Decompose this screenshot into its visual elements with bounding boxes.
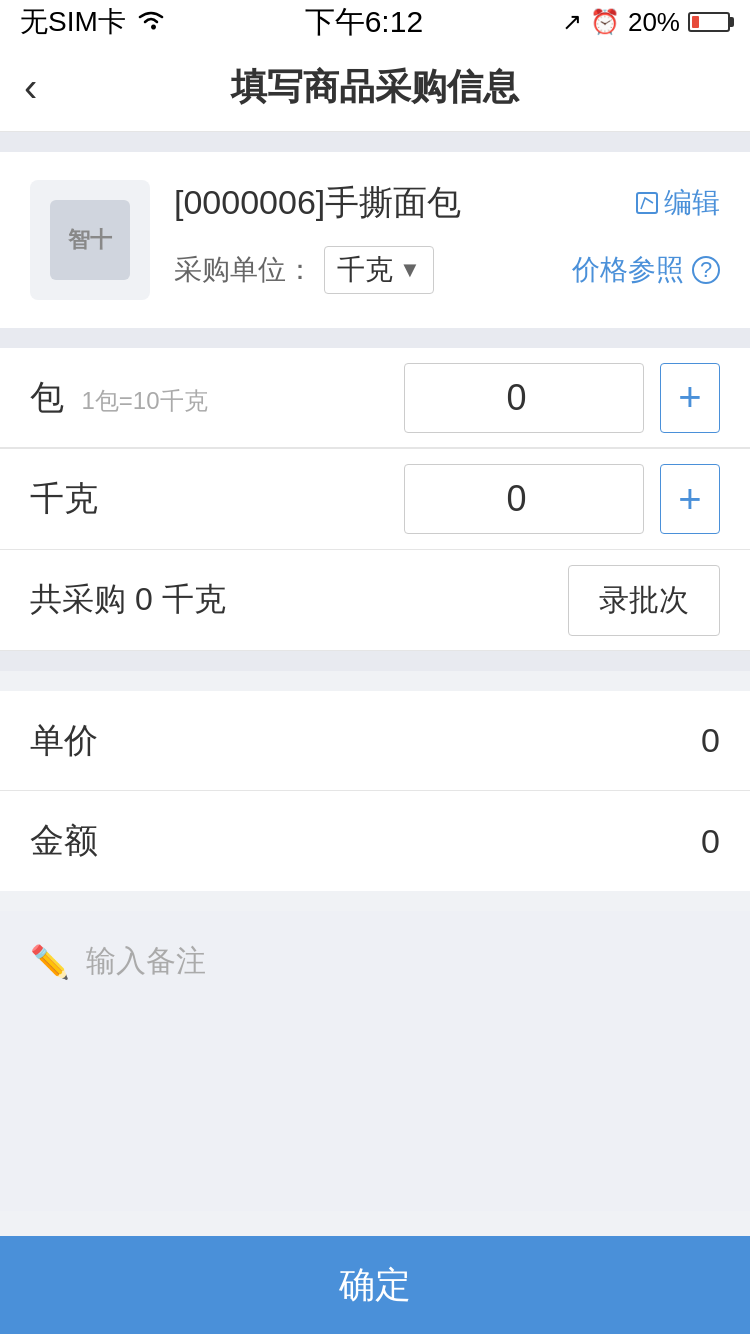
kg-input-wrap: + xyxy=(150,464,720,534)
unit-price-value: 0 xyxy=(701,721,720,760)
bag-row: 包 1包=10千克 + xyxy=(0,348,750,448)
page-title: 填写商品采购信息 xyxy=(231,63,519,112)
battery-icon xyxy=(688,12,730,32)
amount-row: 金额 0 xyxy=(0,791,750,891)
svg-rect-0 xyxy=(637,193,657,213)
nav-bar: ‹ 填写商品采购信息 xyxy=(0,44,750,132)
amount-label: 金额 xyxy=(30,818,98,864)
battery-percent: 20% xyxy=(628,7,680,38)
unit-price-label: 单价 xyxy=(30,718,98,764)
mid-divider-2 xyxy=(0,651,750,671)
status-time: 下午6:12 xyxy=(305,2,423,43)
price-ref-button[interactable]: 价格参照 ? xyxy=(572,251,720,289)
product-thumb-label: 智十 xyxy=(50,200,130,280)
kg-input[interactable] xyxy=(404,464,644,534)
note-placeholder: ✏️ 输入备注 xyxy=(30,941,720,982)
pencil-icon: ✏️ xyxy=(30,943,70,981)
note-placeholder-text: 输入备注 xyxy=(86,941,206,982)
unit-select[interactable]: 千克 ▼ xyxy=(324,246,434,294)
total-row: 共采购 0 千克 录批次 xyxy=(0,550,750,650)
wifi-icon xyxy=(136,6,166,38)
total-text: 共采购 0 千克 xyxy=(30,578,226,622)
price-section: 单价 0 金额 0 xyxy=(0,691,750,891)
record-batch-button[interactable]: 录批次 xyxy=(568,565,720,636)
unit-label: 采购单位： xyxy=(174,251,314,289)
product-name-row: [0000006]手撕面包 编辑 xyxy=(174,180,720,226)
bag-input[interactable] xyxy=(404,363,644,433)
dropdown-arrow-icon: ▼ xyxy=(399,257,421,283)
unit-value: 千克 xyxy=(337,251,393,289)
carrier-label: 无SIM卡 xyxy=(20,3,126,41)
amount-value: 0 xyxy=(701,822,720,861)
status-left: 无SIM卡 xyxy=(20,3,166,41)
quantity-form: 包 1包=10千克 + 千克 + xyxy=(0,348,750,549)
edit-button[interactable]: 编辑 xyxy=(634,184,720,222)
product-info: [0000006]手撕面包 编辑 采购单位： 千克 ▼ 价格参照 ? xyxy=(174,180,720,294)
info-icon: ? xyxy=(692,256,720,284)
kg-label: 千克 xyxy=(30,476,150,522)
mid-divider-1 xyxy=(0,328,750,348)
kg-plus-button[interactable]: + xyxy=(660,464,720,534)
status-right: ↗ ⏰ 20% xyxy=(562,7,730,38)
status-bar: 无SIM卡 下午6:12 ↗ ⏰ 20% xyxy=(0,0,750,44)
bag-input-wrap: + xyxy=(208,363,720,433)
unit-price-row: 单价 0 xyxy=(0,691,750,791)
note-section[interactable]: ✏️ 输入备注 xyxy=(0,911,750,1211)
product-thumbnail: 智十 xyxy=(30,180,150,300)
back-button[interactable]: ‹ xyxy=(24,65,37,110)
bag-sub: 1包=10千克 xyxy=(81,387,207,414)
product-card: 智十 [0000006]手撕面包 编辑 采购单位： 千克 ▼ 价格参照 ? xyxy=(0,152,750,328)
bag-plus-button[interactable]: + xyxy=(660,363,720,433)
product-unit-row: 采购单位： 千克 ▼ 价格参照 ? xyxy=(174,246,720,294)
top-divider xyxy=(0,132,750,152)
product-name: [0000006]手撕面包 xyxy=(174,180,461,226)
bag-label: 包 1包=10千克 xyxy=(30,375,208,421)
location-icon: ↗ xyxy=(562,8,582,36)
confirm-button-label: 确定 xyxy=(339,1261,411,1310)
kg-row: 千克 + xyxy=(0,449,750,549)
alarm-icon: ⏰ xyxy=(590,8,620,36)
price-ref-label: 价格参照 xyxy=(572,251,684,289)
confirm-button[interactable]: 确定 xyxy=(0,1236,750,1334)
